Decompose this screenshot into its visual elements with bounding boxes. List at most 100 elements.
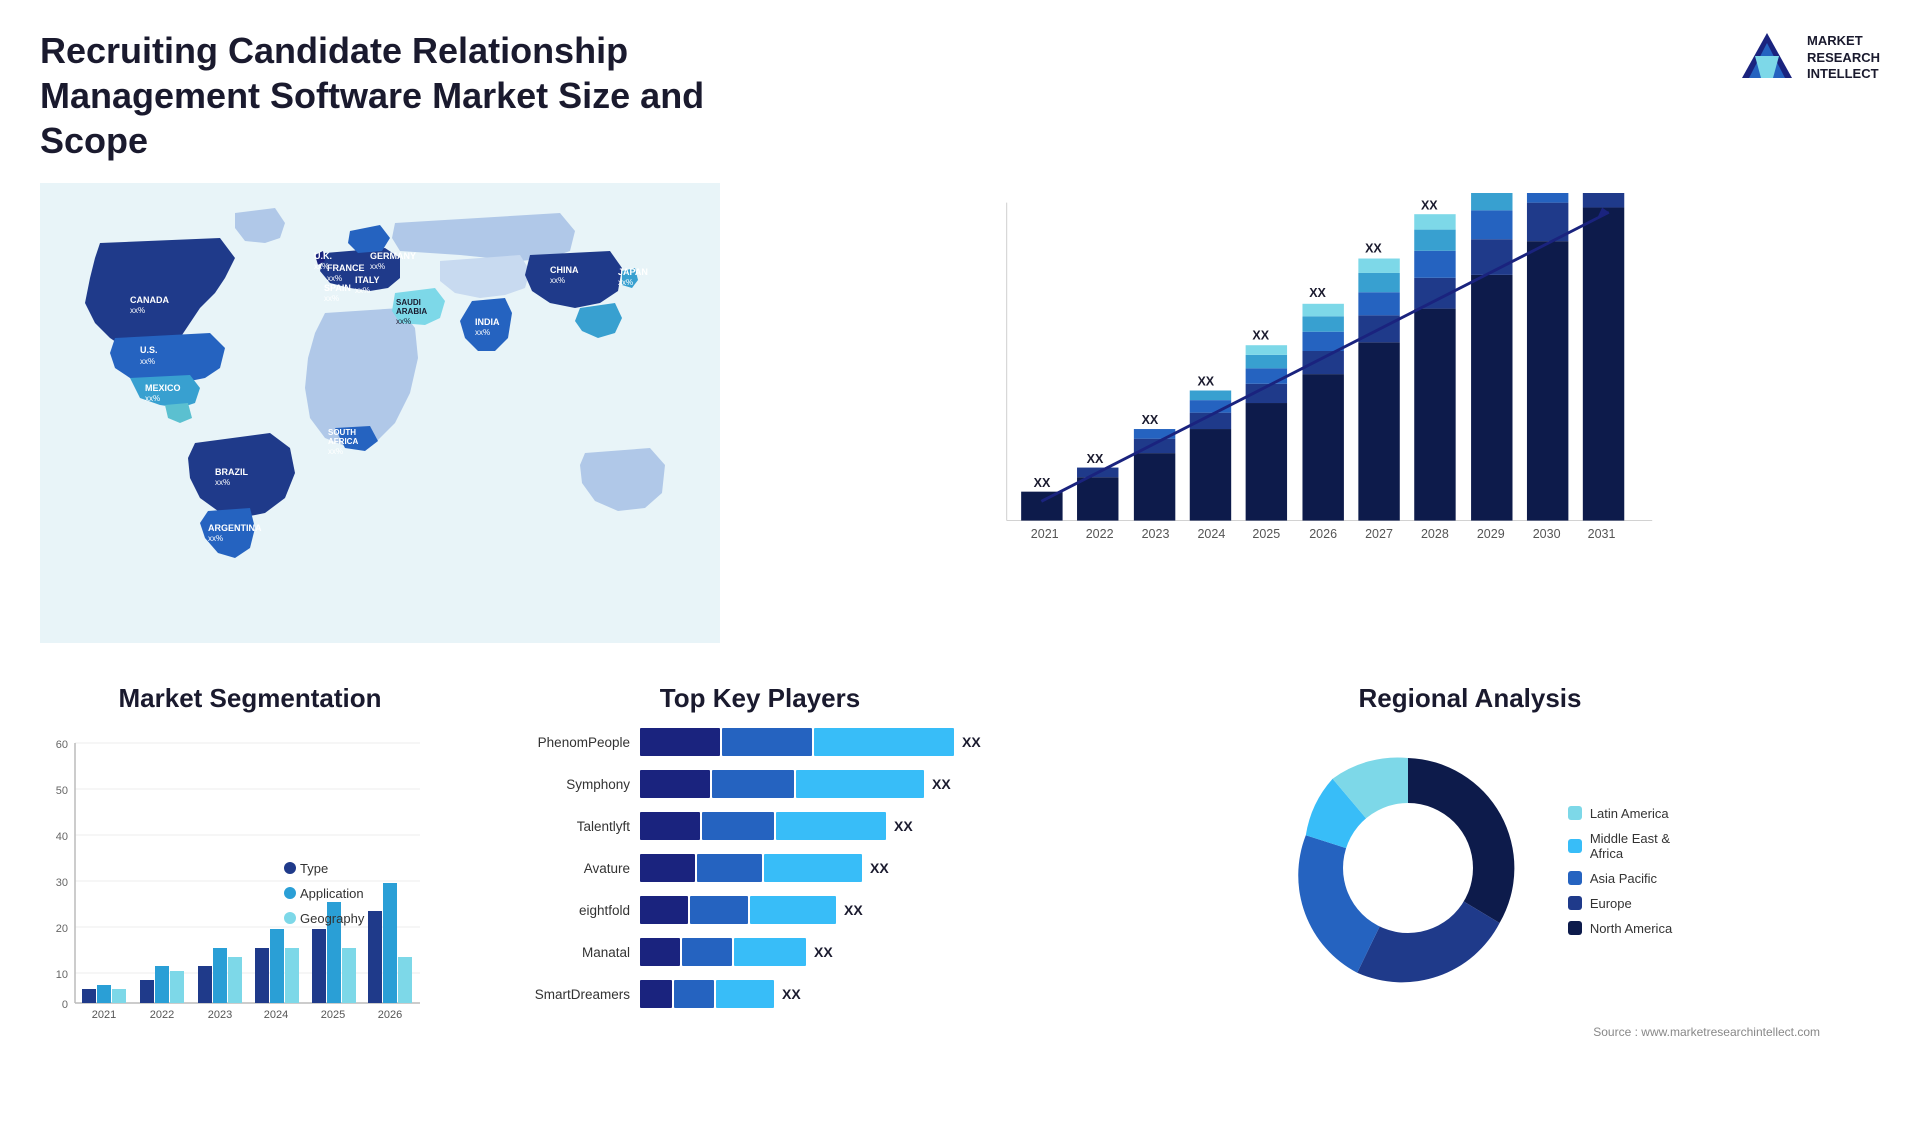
argentina-val: xx% bbox=[208, 534, 223, 543]
saudi-label2: ARABIA bbox=[396, 307, 427, 316]
svg-text:Type: Type bbox=[300, 861, 328, 876]
spain-val: xx% bbox=[324, 294, 339, 303]
list-item: Europe bbox=[1568, 896, 1672, 911]
southafrica-label: SOUTH bbox=[328, 428, 356, 437]
legend-dot-asia bbox=[1568, 871, 1582, 885]
canada-val: xx% bbox=[130, 306, 145, 315]
source-text: Source : www.marketresearchintellect.com bbox=[1593, 1021, 1860, 1039]
header: Recruiting Candidate Relationship Manage… bbox=[0, 0, 1920, 183]
page-title: Recruiting Candidate Relationship Manage… bbox=[40, 28, 790, 163]
growth-chart-svg: XX 2021 XX 2022 XX 2023 bbox=[760, 193, 1870, 588]
donut-area: Latin America Middle East &Africa Asia P… bbox=[1060, 728, 1880, 1013]
list-item: Symphony XX bbox=[490, 770, 1030, 798]
player-name: eightfold bbox=[490, 903, 630, 918]
top-players-title: Top Key Players bbox=[480, 683, 1040, 714]
segmentation-title: Market Segmentation bbox=[40, 683, 460, 714]
svg-text:30: 30 bbox=[56, 877, 68, 889]
us-region bbox=[110, 333, 225, 383]
saudi-label: SAUDI bbox=[396, 298, 421, 307]
list-item: Asia Pacific bbox=[1568, 871, 1672, 886]
list-item: SmartDreamers XX bbox=[490, 980, 1030, 1008]
india-val: xx% bbox=[475, 328, 490, 337]
mexico-label: MEXICO bbox=[145, 383, 181, 393]
svg-text:2022: 2022 bbox=[1086, 527, 1114, 541]
players-chart: PhenomPeople XX Symphony XX bbox=[480, 728, 1040, 1008]
germany-val: xx% bbox=[370, 262, 385, 271]
uk-label: U.K. bbox=[314, 251, 332, 261]
list-item: Avature XX bbox=[490, 854, 1030, 882]
segmentation-chart-svg: 60 50 40 30 20 10 0 bbox=[40, 728, 460, 1048]
player-bar: XX bbox=[640, 938, 1030, 966]
regional-title: Regional Analysis bbox=[1060, 683, 1880, 714]
player-name: Avature bbox=[490, 861, 630, 876]
svg-text:2024: 2024 bbox=[264, 1009, 288, 1021]
legend-label-europe: Europe bbox=[1590, 896, 1632, 911]
spain-label: SPAIN bbox=[324, 283, 351, 293]
list-item: PhenomPeople XX bbox=[490, 728, 1030, 756]
logo-line2: RESEARCH bbox=[1807, 50, 1880, 67]
legend-label-na: North America bbox=[1590, 921, 1672, 936]
svg-text:2023: 2023 bbox=[208, 1009, 232, 1021]
italy-val: xx% bbox=[355, 286, 370, 295]
list-item: Talentlyft XX bbox=[490, 812, 1030, 840]
player-name: Talentlyft bbox=[490, 819, 630, 834]
svg-text:2027: 2027 bbox=[1365, 527, 1393, 541]
svg-text:40: 40 bbox=[56, 831, 68, 843]
svg-text:Geography: Geography bbox=[300, 911, 365, 926]
logo-area: MARKET RESEARCH INTELLECT bbox=[1737, 28, 1880, 88]
top-players-section: Top Key Players PhenomPeople XX Symphony bbox=[480, 683, 1040, 1133]
player-name: SmartDreamers bbox=[490, 987, 630, 1002]
logo-line1: MARKET bbox=[1807, 33, 1880, 50]
legend-dot-mea bbox=[1568, 839, 1582, 853]
svg-text:XX: XX bbox=[1365, 242, 1382, 256]
greenland-region bbox=[235, 208, 285, 243]
china-label: CHINA bbox=[550, 265, 579, 275]
player-bar: XX bbox=[640, 980, 1030, 1008]
list-item: Latin America bbox=[1568, 806, 1672, 821]
argentina-label: ARGENTINA bbox=[208, 523, 262, 533]
brazil-val: xx% bbox=[215, 478, 230, 487]
map-container: CANADA xx% U.S. xx% MEXICO xx% BRAZIL xx… bbox=[40, 183, 720, 643]
svg-text:2026: 2026 bbox=[1309, 527, 1337, 541]
legend-label-asia: Asia Pacific bbox=[1590, 871, 1657, 886]
france-label: FRANCE bbox=[327, 263, 365, 273]
svg-text:2024: 2024 bbox=[1197, 527, 1225, 541]
legend-dot-na bbox=[1568, 921, 1582, 935]
svg-text:2028: 2028 bbox=[1421, 527, 1449, 541]
bottom-row: Market Segmentation 60 50 40 30 20 10 0 bbox=[40, 673, 1880, 1133]
india-label: INDIA bbox=[475, 317, 500, 327]
southafrica-val: xx% bbox=[328, 447, 343, 456]
china-val: xx% bbox=[550, 276, 565, 285]
svg-text:XX: XX bbox=[1197, 375, 1214, 389]
svg-text:2022: 2022 bbox=[150, 1009, 174, 1021]
svg-text:XX: XX bbox=[1421, 198, 1438, 212]
japan-label: JAPAN bbox=[618, 267, 648, 277]
svg-text:XX: XX bbox=[1252, 328, 1269, 342]
map-section: CANADA xx% U.S. xx% MEXICO xx% BRAZIL xx… bbox=[40, 183, 720, 673]
player-bar: XX bbox=[640, 728, 1030, 756]
logo-line3: INTELLECT bbox=[1807, 66, 1880, 83]
list-item: North America bbox=[1568, 921, 1672, 936]
germany-label: GERMANY bbox=[370, 251, 416, 261]
svg-text:XX: XX bbox=[1034, 476, 1051, 490]
svg-text:2023: 2023 bbox=[1142, 527, 1170, 541]
france-val: xx% bbox=[327, 274, 342, 283]
player-bar: XX bbox=[640, 854, 1030, 882]
svg-text:10: 10 bbox=[56, 969, 68, 981]
donut-hole bbox=[1343, 803, 1473, 933]
svg-text:2021: 2021 bbox=[1031, 527, 1059, 541]
italy-label: ITALY bbox=[355, 275, 380, 285]
player-bar: XX bbox=[640, 812, 1030, 840]
canada-label: CANADA bbox=[130, 295, 169, 305]
brazil-label: BRAZIL bbox=[215, 467, 248, 477]
legend-label-mea: Middle East &Africa bbox=[1590, 831, 1670, 861]
top-row: CANADA xx% U.S. xx% MEXICO xx% BRAZIL xx… bbox=[40, 183, 1880, 673]
chart-section: XX 2021 XX 2022 XX 2023 bbox=[750, 183, 1880, 673]
world-map-svg: CANADA xx% U.S. xx% MEXICO xx% BRAZIL xx… bbox=[40, 183, 720, 643]
us-label: U.S. bbox=[140, 345, 158, 355]
svg-text:2030: 2030 bbox=[1533, 527, 1561, 541]
donut-svg bbox=[1268, 728, 1548, 1008]
logo-icon bbox=[1737, 28, 1797, 88]
legend-dot-latin bbox=[1568, 806, 1582, 820]
svg-text:2021: 2021 bbox=[92, 1009, 116, 1021]
